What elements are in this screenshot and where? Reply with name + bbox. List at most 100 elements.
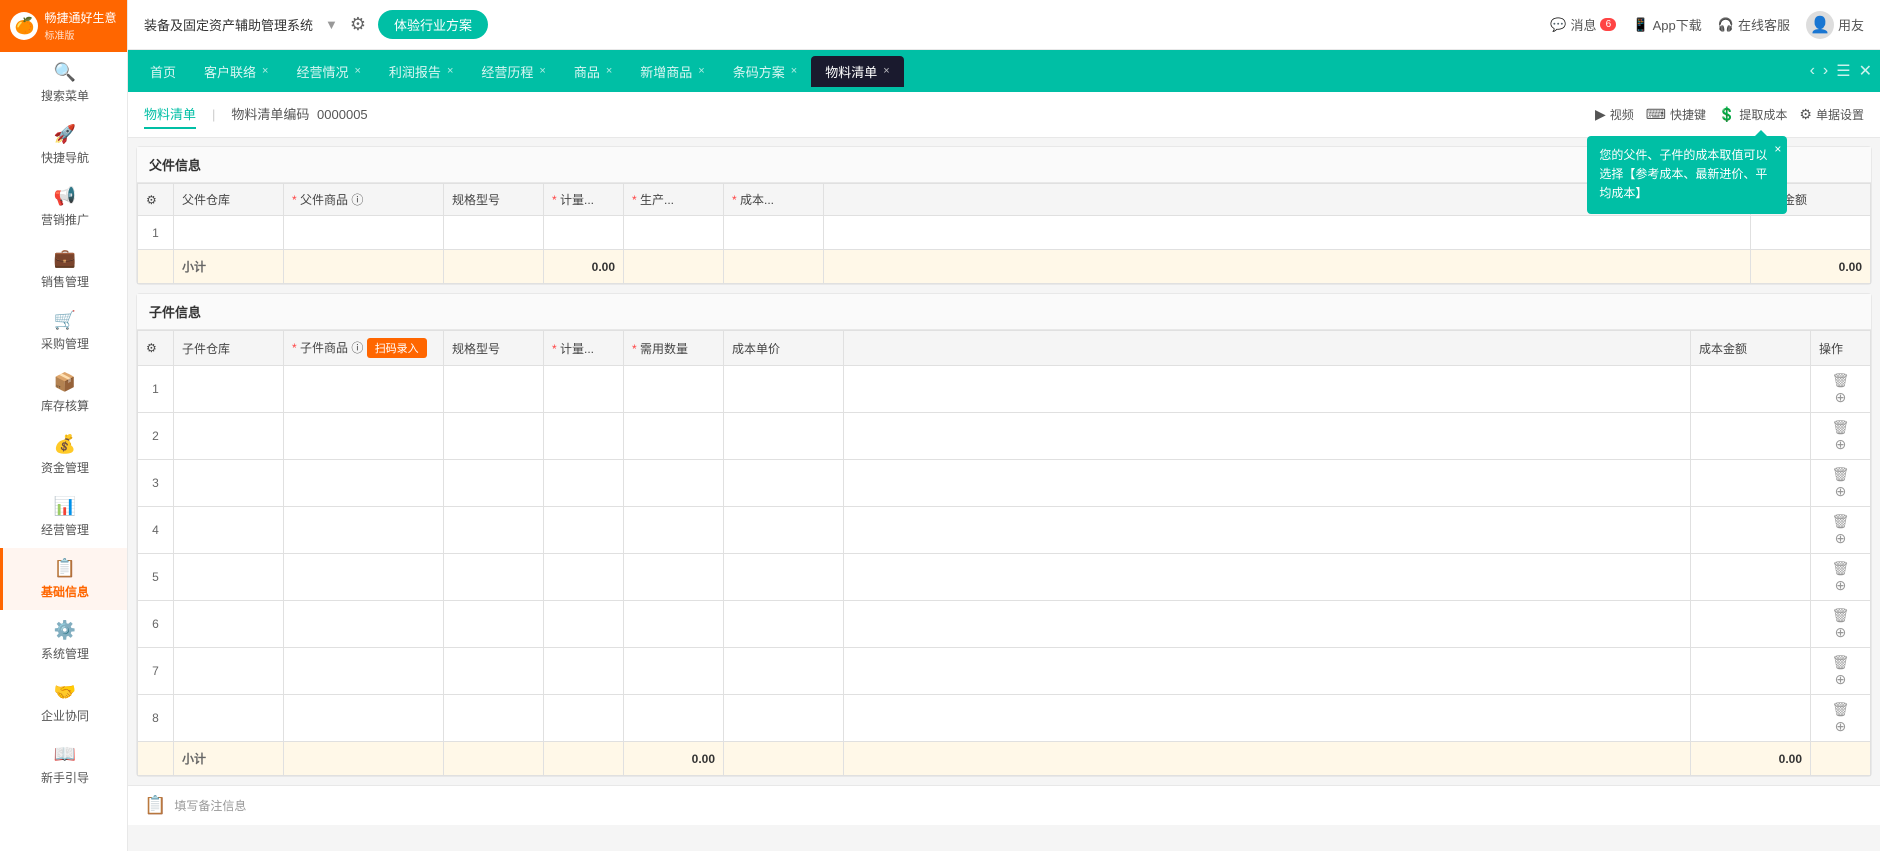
child-row-3-price[interactable]: [724, 460, 844, 507]
close-customer-tab[interactable]: ×: [262, 65, 268, 77]
child-row-6-spec[interactable]: [444, 601, 544, 648]
child-row-5-price[interactable]: [724, 554, 844, 601]
single-settings-action[interactable]: ⚙ 单据设置: [1799, 106, 1864, 123]
child-row-1-unit[interactable]: [544, 366, 624, 413]
tab-product[interactable]: 商品 ×: [560, 56, 626, 87]
online-service-action[interactable]: 🎧 在线客服: [1718, 15, 1790, 34]
child-row-4-product[interactable]: [284, 507, 444, 554]
dropdown-arrow[interactable]: ▼: [325, 17, 338, 32]
child-row-3-qty[interactable]: [624, 460, 724, 507]
child-row-2-unit[interactable]: [544, 413, 624, 460]
close-bom-tab[interactable]: ×: [883, 65, 889, 77]
close-add-product-tab[interactable]: ×: [698, 65, 704, 77]
sidebar-item-sales[interactable]: 💼 销售管理: [0, 238, 127, 300]
nav-next-btn[interactable]: ›: [1823, 62, 1828, 80]
child-row-8-warehouse[interactable]: [174, 695, 284, 742]
copy-icon-4[interactable]: ⊕: [1835, 530, 1847, 546]
copy-icon-2[interactable]: ⊕: [1835, 436, 1847, 452]
close-operation-status-tab[interactable]: ×: [354, 65, 360, 77]
footer-placeholder[interactable]: 填写备注信息: [174, 797, 246, 814]
copy-icon-5[interactable]: ⊕: [1835, 577, 1847, 593]
child-row-2-price[interactable]: [724, 413, 844, 460]
delete-icon-7[interactable]: 🗑: [1832, 654, 1850, 670]
copy-icon-3[interactable]: ⊕: [1835, 483, 1847, 499]
child-row-1-warehouse[interactable]: [174, 366, 284, 413]
close-profit-report-tab[interactable]: ×: [447, 65, 453, 77]
nav-close-btn[interactable]: ✕: [1859, 61, 1872, 81]
tab-bom[interactable]: 物料清单 ×: [811, 56, 903, 87]
sidebar-item-inventory[interactable]: 📦 库存核算: [0, 362, 127, 424]
delete-icon-6[interactable]: 🗑: [1832, 607, 1850, 623]
extract-cost-action[interactable]: 💲 提取成本 × 您的父件、子件的成本取值可以选择【参考成本、最新进价、平均成本…: [1718, 106, 1787, 123]
close-operation-history-tab[interactable]: ×: [539, 65, 545, 77]
sidebar-item-quick-nav[interactable]: 🚀 快捷导航: [0, 114, 127, 176]
child-row-2-warehouse[interactable]: [174, 413, 284, 460]
child-row-7-price[interactable]: [724, 648, 844, 695]
child-row-1-qty[interactable]: [624, 366, 724, 413]
delete-icon-3[interactable]: 🗑: [1832, 466, 1850, 482]
sidebar-item-marketing[interactable]: 📢 营销推广: [0, 176, 127, 238]
child-row-7-warehouse[interactable]: [174, 648, 284, 695]
child-row-8-qty[interactable]: [624, 695, 724, 742]
tab-add-product[interactable]: 新增商品 ×: [626, 56, 718, 87]
video-action[interactable]: ▶ 视频: [1595, 106, 1634, 123]
child-row-7-product[interactable]: [284, 648, 444, 695]
sidebar-item-cooperation[interactable]: 🤝 企业协同: [0, 672, 127, 734]
delete-icon-1[interactable]: 🗑: [1832, 372, 1850, 388]
sidebar-item-basic-info[interactable]: 📋 基础信息: [0, 548, 127, 610]
tab-operation-history[interactable]: 经营历程 ×: [467, 56, 559, 87]
child-row-6-warehouse[interactable]: [174, 601, 284, 648]
child-row-1-product[interactable]: [284, 366, 444, 413]
child-row-3-product[interactable]: [284, 460, 444, 507]
user-action[interactable]: 👤 用友: [1806, 11, 1864, 39]
sidebar-item-operation[interactable]: 📊 经营管理: [0, 486, 127, 548]
delete-icon-2[interactable]: 🗑: [1832, 419, 1850, 435]
copy-icon-6[interactable]: ⊕: [1835, 624, 1847, 640]
close-barcode-tab[interactable]: ×: [791, 65, 797, 77]
child-row-3-spec[interactable]: [444, 460, 544, 507]
child-row-8-product[interactable]: [284, 695, 444, 742]
tab-customer[interactable]: 客户联络 ×: [190, 56, 282, 87]
child-row-7-unit[interactable]: [544, 648, 624, 695]
child-row-6-price[interactable]: [724, 601, 844, 648]
child-row-3-warehouse[interactable]: [174, 460, 284, 507]
child-row-5-spec[interactable]: [444, 554, 544, 601]
child-row-1-spec[interactable]: [444, 366, 544, 413]
child-row-5-warehouse[interactable]: [174, 554, 284, 601]
copy-icon-8[interactable]: ⊕: [1835, 718, 1847, 734]
scan-btn[interactable]: 扫码录入: [367, 338, 427, 358]
child-row-2-spec[interactable]: [444, 413, 544, 460]
app-download-action[interactable]: 📱 App下载: [1632, 15, 1701, 34]
parent-row-1-cost[interactable]: [724, 216, 824, 250]
tooltip-close-btn[interactable]: ×: [1774, 140, 1781, 159]
gear-icon[interactable]: ⚙: [350, 14, 366, 35]
child-row-7-qty[interactable]: [624, 648, 724, 695]
nav-prev-btn[interactable]: ‹: [1810, 62, 1815, 80]
child-row-8-spec[interactable]: [444, 695, 544, 742]
child-row-6-qty[interactable]: [624, 601, 724, 648]
parent-row-1-unit[interactable]: [544, 216, 624, 250]
child-row-4-qty[interactable]: [624, 507, 724, 554]
tab-operation-status[interactable]: 经营情况 ×: [282, 56, 374, 87]
child-row-8-unit[interactable]: [544, 695, 624, 742]
copy-icon-1[interactable]: ⊕: [1835, 389, 1847, 405]
child-row-4-price[interactable]: [724, 507, 844, 554]
child-row-4-spec[interactable]: [444, 507, 544, 554]
child-row-2-product[interactable]: [284, 413, 444, 460]
child-row-6-unit[interactable]: [544, 601, 624, 648]
child-row-2-qty[interactable]: [624, 413, 724, 460]
tab-profit-report[interactable]: 利润报告 ×: [375, 56, 467, 87]
child-row-4-unit[interactable]: [544, 507, 624, 554]
trial-button[interactable]: 体验行业方案: [378, 10, 488, 39]
parent-row-1-warehouse[interactable]: [174, 216, 284, 250]
child-row-7-spec[interactable]: [444, 648, 544, 695]
delete-icon-8[interactable]: 🗑: [1832, 701, 1850, 717]
child-row-6-product[interactable]: [284, 601, 444, 648]
delete-icon-5[interactable]: 🗑: [1832, 560, 1850, 576]
message-action[interactable]: 💬 消息 6: [1550, 15, 1616, 34]
child-row-8-price[interactable]: [724, 695, 844, 742]
delete-icon-4[interactable]: 🗑: [1832, 513, 1850, 529]
child-row-5-product[interactable]: [284, 554, 444, 601]
parent-row-1-spec[interactable]: [444, 216, 544, 250]
child-row-3-unit[interactable]: [544, 460, 624, 507]
